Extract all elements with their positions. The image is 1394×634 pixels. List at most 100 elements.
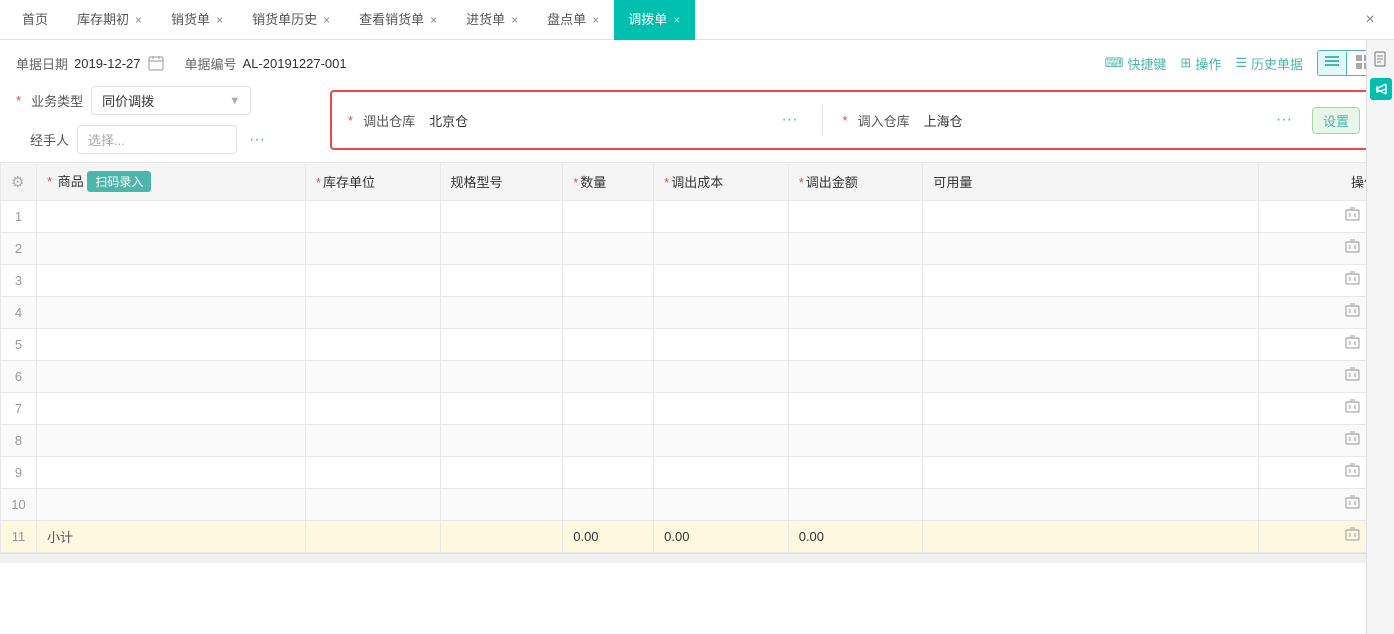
row-qty[interactable] [563, 425, 654, 457]
row-goods[interactable] [37, 457, 306, 489]
row-cost[interactable] [654, 201, 789, 233]
row-available[interactable] [923, 297, 1259, 329]
row-available[interactable] [923, 489, 1259, 521]
row-cost[interactable] [654, 361, 789, 393]
row-spec[interactable] [440, 329, 563, 361]
close-tab-view-sales[interactable]: × [430, 0, 437, 40]
row-spec[interactable] [440, 265, 563, 297]
row-cost[interactable] [654, 457, 789, 489]
row-available[interactable] [923, 233, 1259, 265]
row-cost[interactable] [654, 393, 789, 425]
row-goods[interactable] [37, 201, 306, 233]
row-amount[interactable] [788, 425, 923, 457]
row-qty[interactable] [563, 361, 654, 393]
close-tab-transfer[interactable]: × [673, 0, 680, 40]
row-cost[interactable] [654, 329, 789, 361]
row-cost[interactable] [654, 265, 789, 297]
tab-transfer[interactable]: 调拨单 × [614, 0, 695, 40]
delete-row-icon[interactable] [1345, 431, 1360, 450]
row-unit[interactable] [305, 361, 440, 393]
row-spec[interactable] [440, 393, 563, 425]
row-goods[interactable] [37, 233, 306, 265]
row-qty[interactable] [563, 265, 654, 297]
tab-view-sales[interactable]: 查看销货单 × [345, 0, 452, 40]
calendar-icon[interactable] [147, 54, 165, 72]
row-goods[interactable] [37, 361, 306, 393]
shortcut-btn[interactable]: ⌨ 快捷键 [1105, 54, 1167, 73]
close-tab-inventory[interactable]: × [592, 0, 599, 40]
row-spec[interactable] [440, 425, 563, 457]
col-gear-icon[interactable]: ⚙ [11, 174, 24, 191]
sidebar-doc-icon[interactable] [1370, 48, 1392, 70]
out-warehouse-value[interactable]: 北京仓 [429, 111, 468, 130]
row-available[interactable] [923, 393, 1259, 425]
row-qty[interactable] [563, 297, 654, 329]
business-type-select[interactable]: 同价调拨 ▼ [91, 86, 251, 115]
delete-row-icon[interactable] [1345, 303, 1360, 322]
row-cost[interactable] [654, 425, 789, 457]
row-goods[interactable] [37, 489, 306, 521]
window-close-button[interactable]: × [1354, 4, 1386, 36]
row-spec[interactable] [440, 201, 563, 233]
row-goods[interactable] [37, 265, 306, 297]
delete-row-icon[interactable] [1345, 367, 1360, 386]
delete-row-icon[interactable] [1345, 271, 1360, 290]
row-unit[interactable] [305, 265, 440, 297]
tab-inventory[interactable]: 盘点单 × [533, 0, 614, 40]
row-unit[interactable] [305, 329, 440, 361]
row-unit[interactable] [305, 233, 440, 265]
layout-list-btn[interactable] [1318, 52, 1347, 75]
person-more-btn[interactable]: ··· [245, 131, 269, 149]
row-unit[interactable] [305, 457, 440, 489]
history-btn[interactable]: ☰ 历史单据 [1235, 54, 1303, 73]
close-tab-purchase-order[interactable]: × [511, 0, 518, 40]
delete-row-icon[interactable] [1345, 335, 1360, 354]
row-cost[interactable] [654, 489, 789, 521]
delete-row-icon[interactable] [1345, 495, 1360, 514]
date-value[interactable]: 2019-12-27 [74, 56, 141, 71]
tab-purchase-order[interactable]: 进货单 × [452, 0, 533, 40]
delete-row-icon[interactable] [1345, 239, 1360, 258]
row-available[interactable] [923, 425, 1259, 457]
row-available[interactable] [923, 329, 1259, 361]
row-goods[interactable] [37, 393, 306, 425]
person-select[interactable]: 选择... [77, 125, 237, 154]
row-qty[interactable] [563, 201, 654, 233]
horizontal-scrollbar[interactable] [0, 553, 1394, 563]
col-settings[interactable]: ⚙ [1, 163, 37, 201]
row-amount[interactable] [788, 457, 923, 489]
in-warehouse-value[interactable]: 上海仓 [924, 111, 963, 130]
row-unit[interactable] [305, 425, 440, 457]
row-qty[interactable] [563, 457, 654, 489]
row-goods[interactable] [37, 329, 306, 361]
close-tab-stock-init[interactable]: × [135, 0, 142, 40]
tab-sales-order[interactable]: 销货单 × [157, 0, 238, 40]
row-unit[interactable] [305, 489, 440, 521]
delete-subtotal-icon[interactable] [1345, 527, 1360, 546]
delete-row-icon[interactable] [1345, 463, 1360, 482]
row-available[interactable] [923, 265, 1259, 297]
operation-btn[interactable]: ⊞ 操作 [1180, 54, 1221, 73]
row-available[interactable] [923, 201, 1259, 233]
tab-sales-history[interactable]: 销货单历史 × [238, 0, 345, 40]
row-qty[interactable] [563, 329, 654, 361]
row-amount[interactable] [788, 329, 923, 361]
row-amount[interactable] [788, 393, 923, 425]
row-cost[interactable] [654, 233, 789, 265]
row-amount[interactable] [788, 489, 923, 521]
row-amount[interactable] [788, 297, 923, 329]
row-qty[interactable] [563, 393, 654, 425]
tab-home[interactable]: 首页 [8, 0, 63, 40]
row-goods[interactable] [37, 297, 306, 329]
row-available[interactable] [923, 457, 1259, 489]
row-amount[interactable] [788, 265, 923, 297]
row-amount[interactable] [788, 233, 923, 265]
row-spec[interactable] [440, 297, 563, 329]
close-tab-sales-order[interactable]: × [216, 0, 223, 40]
close-tab-sales-history[interactable]: × [323, 0, 330, 40]
row-unit[interactable] [305, 201, 440, 233]
row-spec[interactable] [440, 457, 563, 489]
delete-row-icon[interactable] [1345, 207, 1360, 226]
row-qty[interactable] [563, 233, 654, 265]
row-available[interactable] [923, 361, 1259, 393]
